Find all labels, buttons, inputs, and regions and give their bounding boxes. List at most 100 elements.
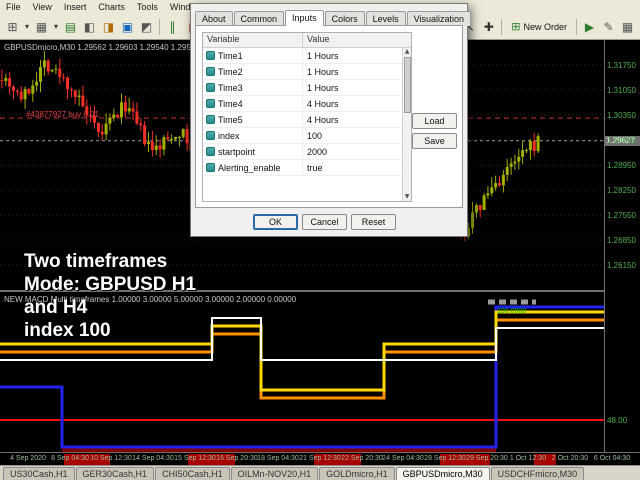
chart-comment-line: index 100 — [24, 320, 111, 341]
variable-value[interactable]: 4 Hours — [303, 115, 402, 125]
variable-value[interactable]: 1 Hours — [303, 67, 402, 77]
variable-value[interactable]: true — [303, 163, 402, 173]
time-axis-label: 14 Sep 04:30 — [132, 455, 174, 462]
chart-tab-gbpusdmicro[interactable]: GBPUSDmicro,M30 — [395, 467, 490, 480]
indicator-properties-dialog: About Common Inputs Colors Levels Visualizati… — [190, 3, 471, 237]
input-row[interactable]: Alerting_enable true — [203, 160, 402, 176]
time-axis-label: 2 Oct 20:30 — [551, 455, 589, 462]
time-axis-label: 4 Sep 2020 — [10, 455, 46, 462]
menu-view[interactable]: View — [27, 1, 58, 13]
chart-title: GBPUSDmicro,M30 1.29562 1.29603 1.29540 … — [4, 43, 200, 52]
parameter-type-icon — [206, 147, 215, 156]
scroll-down-icon[interactable]: ▼ — [405, 193, 410, 201]
price-axis-label: 1.26150 — [607, 261, 636, 270]
save-button[interactable]: Save — [412, 133, 457, 149]
time-axis-label: 24 Sep 04:30 — [382, 455, 424, 462]
profiles-icon[interactable]: ▦ — [32, 17, 51, 36]
new-order-button[interactable]: ⊞ New Order — [505, 17, 573, 36]
dialog-tab-common[interactable]: Common — [233, 11, 285, 26]
autotrading-icon[interactable]: ▶ — [580, 17, 599, 36]
toolbar-right-group: ↖ ✚ ⊞ New Order ▶ ✎ ▦ — [460, 17, 637, 36]
cancel-button[interactable]: Cancel — [302, 214, 347, 230]
new-chart-icon[interactable]: ⊞ — [3, 17, 22, 36]
chart-tab-ger30cash[interactable]: GER30Cash,H1 — [75, 467, 155, 480]
variable-cell: index — [203, 128, 303, 143]
bars-chart-icon[interactable]: ‖ — [163, 17, 182, 36]
inputs-table-body: Time1 1 Hours Time2 1 Hours Time3 1 Hours Time… — [203, 48, 402, 201]
metaeditor-icon[interactable]: ✎ — [599, 17, 618, 36]
inputs-table-header: Variable Value — [203, 33, 411, 48]
chart-comment-line: and H4 — [24, 297, 88, 318]
input-row[interactable]: index 100 — [203, 128, 402, 144]
ok-button[interactable]: OK — [253, 214, 298, 230]
menu-file[interactable]: File — [0, 1, 27, 13]
data-window-icon[interactable]: ◧ — [80, 17, 99, 36]
reset-button[interactable]: Reset — [351, 214, 396, 230]
dialog-tab-about[interactable]: About — [195, 11, 233, 26]
new-order-label: New Order — [523, 21, 567, 32]
input-row[interactable]: Time1 1 Hours — [203, 48, 402, 64]
dialog-tab-colors[interactable]: Colors — [324, 11, 365, 26]
variable-value[interactable]: 1 Hours — [303, 51, 402, 61]
chart-tab-chi50cash[interactable]: CHI50Cash,H1 — [155, 467, 230, 480]
variable-value[interactable]: 2000 — [303, 147, 402, 157]
chart-comment-line: Two timeframes — [24, 251, 168, 272]
dialog-tab-visualization[interactable]: Visualization — [406, 11, 471, 26]
time-axis-label: 10 Sep 12:30 — [90, 455, 132, 462]
chart-comment-line: Mode: GBPUSD H1 — [24, 274, 197, 295]
time-axis-label: 8 Sep 04:30 — [51, 455, 89, 462]
variable-value[interactable]: 4 Hours — [303, 99, 402, 109]
variable-name: Time1 — [218, 50, 243, 61]
price-axis-label: 1.27550 — [607, 211, 636, 220]
parameter-type-icon — [206, 115, 215, 124]
column-header-variable[interactable]: Variable — [203, 33, 303, 47]
menu-charts[interactable]: Charts — [92, 1, 131, 13]
input-row[interactable]: Time2 1 Hours — [203, 64, 402, 80]
input-row[interactable]: Time4 4 Hours — [203, 96, 402, 112]
time-axis-label: 21 Sep 12:30 — [299, 455, 341, 462]
chart-tab-usdchfmicro[interactable]: USDCHFmicro,M30 — [490, 467, 585, 480]
parameter-type-icon — [206, 83, 215, 92]
table-scrollbar[interactable]: ▲ ▼ — [402, 48, 411, 201]
price-axis-label: 1.26850 — [607, 236, 636, 245]
dialog-tabs: About Common Inputs Colors Levels Visualizati… — [195, 8, 471, 26]
toolbar-separator — [501, 18, 503, 35]
time-axis-label: 15 Sep 12:30 — [174, 455, 216, 462]
indicator-value-label: 100.0000 — [497, 308, 527, 315]
terminal-icon[interactable]: ▣ — [118, 17, 137, 36]
time-axis-label: 1 Oct 12:30 — [509, 455, 547, 462]
chart-tab-oilmn-nov20[interactable]: OILMn-NOV20,H1 — [230, 467, 319, 480]
menu-insert[interactable]: Insert — [58, 1, 93, 13]
scroll-thumb[interactable] — [403, 57, 411, 113]
variable-cell: Time3 — [203, 80, 303, 95]
dialog-tab-inputs[interactable]: Inputs — [285, 10, 324, 26]
price-axis[interactable]: 1.29627 1.31750 1.31050 1.30350 1.29650 1.28… — [604, 40, 640, 452]
load-button[interactable]: Load — [412, 113, 457, 129]
variable-value[interactable]: 1 Hours — [303, 83, 402, 93]
new-chart-caret-icon[interactable]: ▾ — [22, 17, 32, 36]
input-row[interactable]: Time3 1 Hours — [203, 80, 402, 96]
chart-tab-goldmicro[interactable]: GOLDmicro,H1 — [319, 467, 395, 480]
variable-cell: Time2 — [203, 64, 303, 79]
price-axis-label: 1.31750 — [607, 61, 636, 70]
navigator-icon[interactable]: ◨ — [99, 17, 118, 36]
crosshair-icon[interactable]: ✚ — [479, 17, 498, 36]
dialog-tab-levels[interactable]: Levels — [365, 11, 406, 26]
variable-value[interactable]: 100 — [303, 131, 402, 141]
time-axis-label: 29 Sep 20:30 — [466, 455, 508, 462]
input-row[interactable]: startpoint 2000 — [203, 144, 402, 160]
market-watch-icon[interactable]: ▤ — [61, 17, 80, 36]
variable-cell: startpoint — [203, 144, 303, 159]
strategy-tester-icon[interactable]: ◩ — [137, 17, 156, 36]
input-row[interactable]: Time5 4 Hours — [203, 112, 402, 128]
profiles-caret-icon[interactable]: ▾ — [51, 17, 61, 36]
scroll-up-icon[interactable]: ▲ — [405, 48, 410, 56]
chart-tab-us30cash[interactable]: US30Cash,H1 — [3, 467, 75, 480]
menu-tools[interactable]: Tools — [131, 1, 164, 13]
column-header-value[interactable]: Value — [303, 33, 411, 47]
time-axis[interactable]: 4 Sep 2020 8 Sep 04:30 10 Sep 12:30 14 Sep … — [0, 452, 640, 465]
chart-comment: Two timeframes Mode: GBPUSD H1 and H4 index… — [24, 250, 196, 342]
variable-name: Time3 — [218, 82, 243, 93]
indicator-list-icon[interactable]: ▦ — [618, 17, 637, 36]
variable-name: Alerting_enable — [218, 162, 281, 173]
